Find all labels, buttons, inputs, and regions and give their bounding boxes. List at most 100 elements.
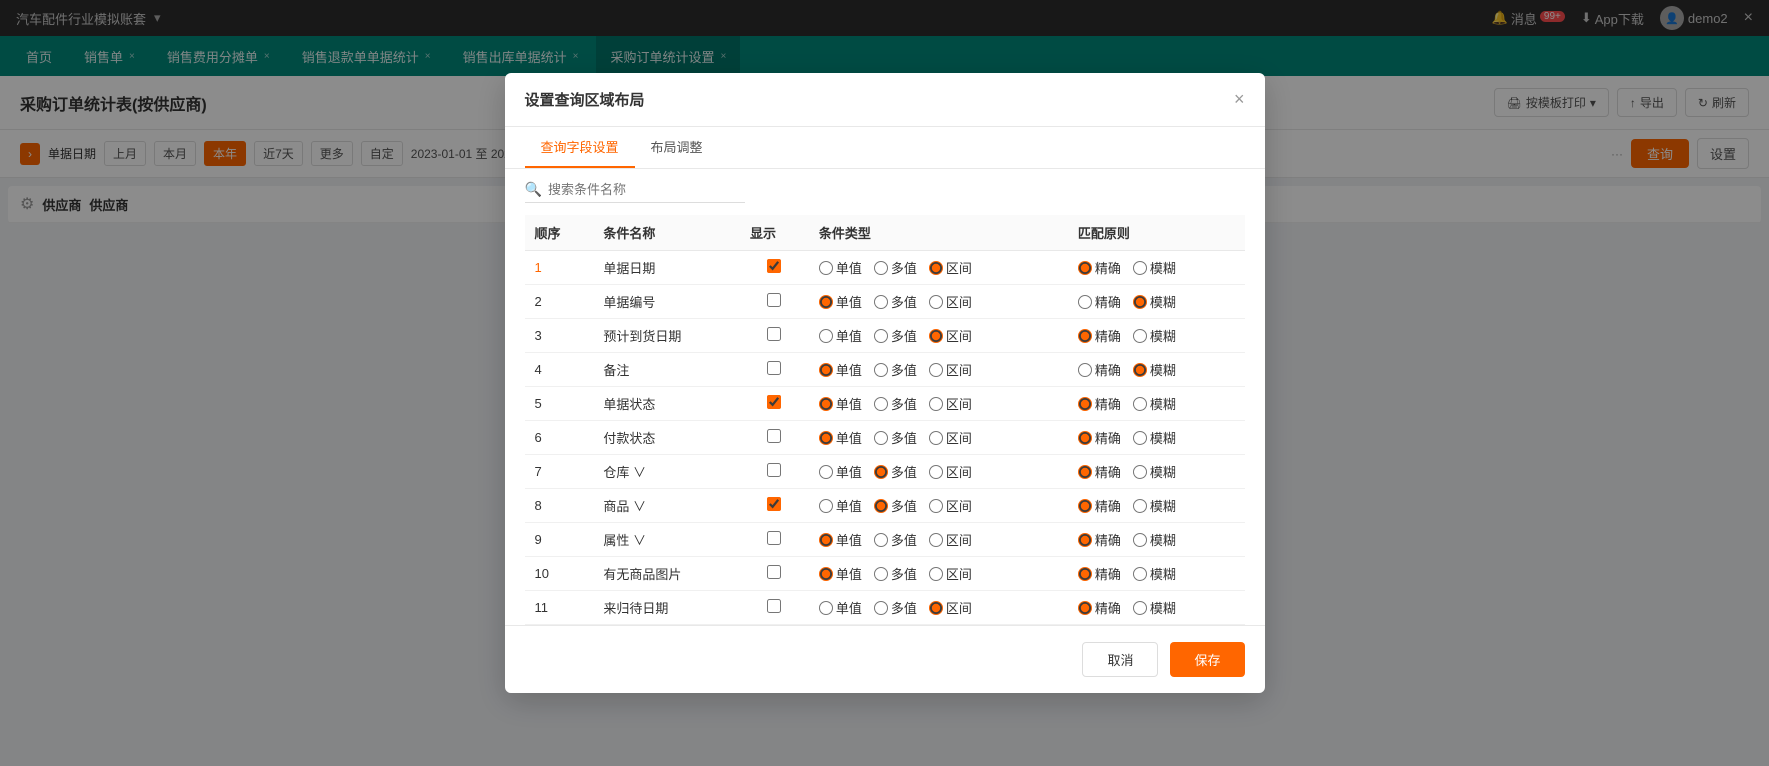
radio-fuzzy-5[interactable]: [1133, 431, 1147, 445]
type-multi-9[interactable]: 多值: [874, 564, 917, 583]
row-display-6[interactable]: [740, 455, 809, 489]
radio-fuzzy-7[interactable]: [1133, 499, 1147, 513]
save-btn[interactable]: 保存: [1170, 642, 1244, 677]
type-range-3[interactable]: 区间: [929, 360, 972, 379]
match-exact-4[interactable]: 精确: [1078, 394, 1121, 413]
match-fuzzy-10[interactable]: 模糊: [1133, 598, 1176, 617]
radio-exact-8[interactable]: [1078, 533, 1092, 547]
type-range-2[interactable]: 区间: [929, 326, 972, 345]
row-display-10[interactable]: [740, 591, 809, 625]
radio-fuzzy-6[interactable]: [1133, 465, 1147, 479]
radio-multi-8[interactable]: [874, 533, 888, 547]
radio-fuzzy-10[interactable]: [1133, 601, 1147, 615]
type-single-4[interactable]: 单值: [819, 394, 862, 413]
match-exact-1[interactable]: 精确: [1078, 292, 1121, 311]
display-checkbox-9[interactable]: [767, 565, 781, 579]
radio-multi-10[interactable]: [874, 601, 888, 615]
dialog-close-btn[interactable]: ×: [1234, 89, 1245, 110]
radio-range-8[interactable]: [929, 533, 943, 547]
match-fuzzy-8[interactable]: 模糊: [1133, 530, 1176, 549]
tab-layout-adjust[interactable]: 布局调整: [635, 127, 719, 168]
radio-multi-7[interactable]: [874, 499, 888, 513]
match-fuzzy-6[interactable]: 模糊: [1133, 462, 1176, 481]
row-display-7[interactable]: [740, 489, 809, 523]
match-exact-9[interactable]: 精确: [1078, 564, 1121, 583]
match-exact-0[interactable]: 精确: [1078, 258, 1121, 277]
radio-exact-5[interactable]: [1078, 431, 1092, 445]
type-single-8[interactable]: 单值: [819, 530, 862, 549]
type-single-1[interactable]: 单值: [819, 292, 862, 311]
radio-range-3[interactable]: [929, 363, 943, 377]
type-single-10[interactable]: 单值: [819, 598, 862, 617]
type-range-10[interactable]: 区间: [929, 598, 972, 617]
radio-multi-5[interactable]: [874, 431, 888, 445]
match-exact-3[interactable]: 精确: [1078, 360, 1121, 379]
radio-fuzzy-1[interactable]: [1133, 295, 1147, 309]
radio-exact-6[interactable]: [1078, 465, 1092, 479]
type-range-1[interactable]: 区间: [929, 292, 972, 311]
radio-range-10[interactable]: [929, 601, 943, 615]
display-checkbox-3[interactable]: [767, 361, 781, 375]
type-range-0[interactable]: 区间: [929, 258, 972, 277]
row-display-4[interactable]: [740, 387, 809, 421]
type-range-9[interactable]: 区间: [929, 564, 972, 583]
radio-single-9[interactable]: [819, 567, 833, 581]
search-input[interactable]: [548, 182, 728, 197]
row-display-5[interactable]: [740, 421, 809, 455]
radio-fuzzy-3[interactable]: [1133, 363, 1147, 377]
display-checkbox-1[interactable]: [767, 293, 781, 307]
type-multi-6[interactable]: 多值: [874, 462, 917, 481]
radio-single-6[interactable]: [819, 465, 833, 479]
radio-multi-0[interactable]: [874, 261, 888, 275]
type-multi-4[interactable]: 多值: [874, 394, 917, 413]
type-multi-0[interactable]: 多值: [874, 258, 917, 277]
radio-range-0[interactable]: [929, 261, 943, 275]
radio-multi-3[interactable]: [874, 363, 888, 377]
radio-single-8[interactable]: [819, 533, 833, 547]
match-exact-10[interactable]: 精确: [1078, 598, 1121, 617]
display-checkbox-10[interactable]: [767, 599, 781, 613]
cancel-btn[interactable]: 取消: [1082, 642, 1158, 677]
type-multi-7[interactable]: 多值: [874, 496, 917, 515]
radio-exact-2[interactable]: [1078, 329, 1092, 343]
match-fuzzy-7[interactable]: 模糊: [1133, 496, 1176, 515]
match-fuzzy-1[interactable]: 模糊: [1133, 292, 1176, 311]
display-checkbox-8[interactable]: [767, 531, 781, 545]
radio-exact-1[interactable]: [1078, 295, 1092, 309]
radio-fuzzy-9[interactable]: [1133, 567, 1147, 581]
radio-fuzzy-4[interactable]: [1133, 397, 1147, 411]
match-fuzzy-3[interactable]: 模糊: [1133, 360, 1176, 379]
display-checkbox-0[interactable]: [767, 259, 781, 273]
type-multi-10[interactable]: 多值: [874, 598, 917, 617]
match-exact-6[interactable]: 精确: [1078, 462, 1121, 481]
radio-fuzzy-2[interactable]: [1133, 329, 1147, 343]
radio-exact-0[interactable]: [1078, 261, 1092, 275]
radio-fuzzy-8[interactable]: [1133, 533, 1147, 547]
type-multi-8[interactable]: 多值: [874, 530, 917, 549]
radio-multi-6[interactable]: [874, 465, 888, 479]
type-range-5[interactable]: 区间: [929, 428, 972, 447]
radio-range-1[interactable]: [929, 295, 943, 309]
display-checkbox-7[interactable]: [767, 497, 781, 511]
type-multi-3[interactable]: 多值: [874, 360, 917, 379]
match-fuzzy-4[interactable]: 模糊: [1133, 394, 1176, 413]
radio-multi-4[interactable]: [874, 397, 888, 411]
match-exact-2[interactable]: 精确: [1078, 326, 1121, 345]
type-range-8[interactable]: 区间: [929, 530, 972, 549]
match-fuzzy-9[interactable]: 模糊: [1133, 564, 1176, 583]
radio-multi-9[interactable]: [874, 567, 888, 581]
type-range-6[interactable]: 区间: [929, 462, 972, 481]
radio-exact-9[interactable]: [1078, 567, 1092, 581]
radio-single-4[interactable]: [819, 397, 833, 411]
type-range-7[interactable]: 区间: [929, 496, 972, 515]
row-display-9[interactable]: [740, 557, 809, 591]
type-single-0[interactable]: 单值: [819, 258, 862, 277]
radio-single-2[interactable]: [819, 329, 833, 343]
type-single-7[interactable]: 单值: [819, 496, 862, 515]
match-fuzzy-0[interactable]: 模糊: [1133, 258, 1176, 277]
display-checkbox-4[interactable]: [767, 395, 781, 409]
match-exact-5[interactable]: 精确: [1078, 428, 1121, 447]
radio-single-5[interactable]: [819, 431, 833, 445]
row-display-8[interactable]: [740, 523, 809, 557]
radio-range-4[interactable]: [929, 397, 943, 411]
